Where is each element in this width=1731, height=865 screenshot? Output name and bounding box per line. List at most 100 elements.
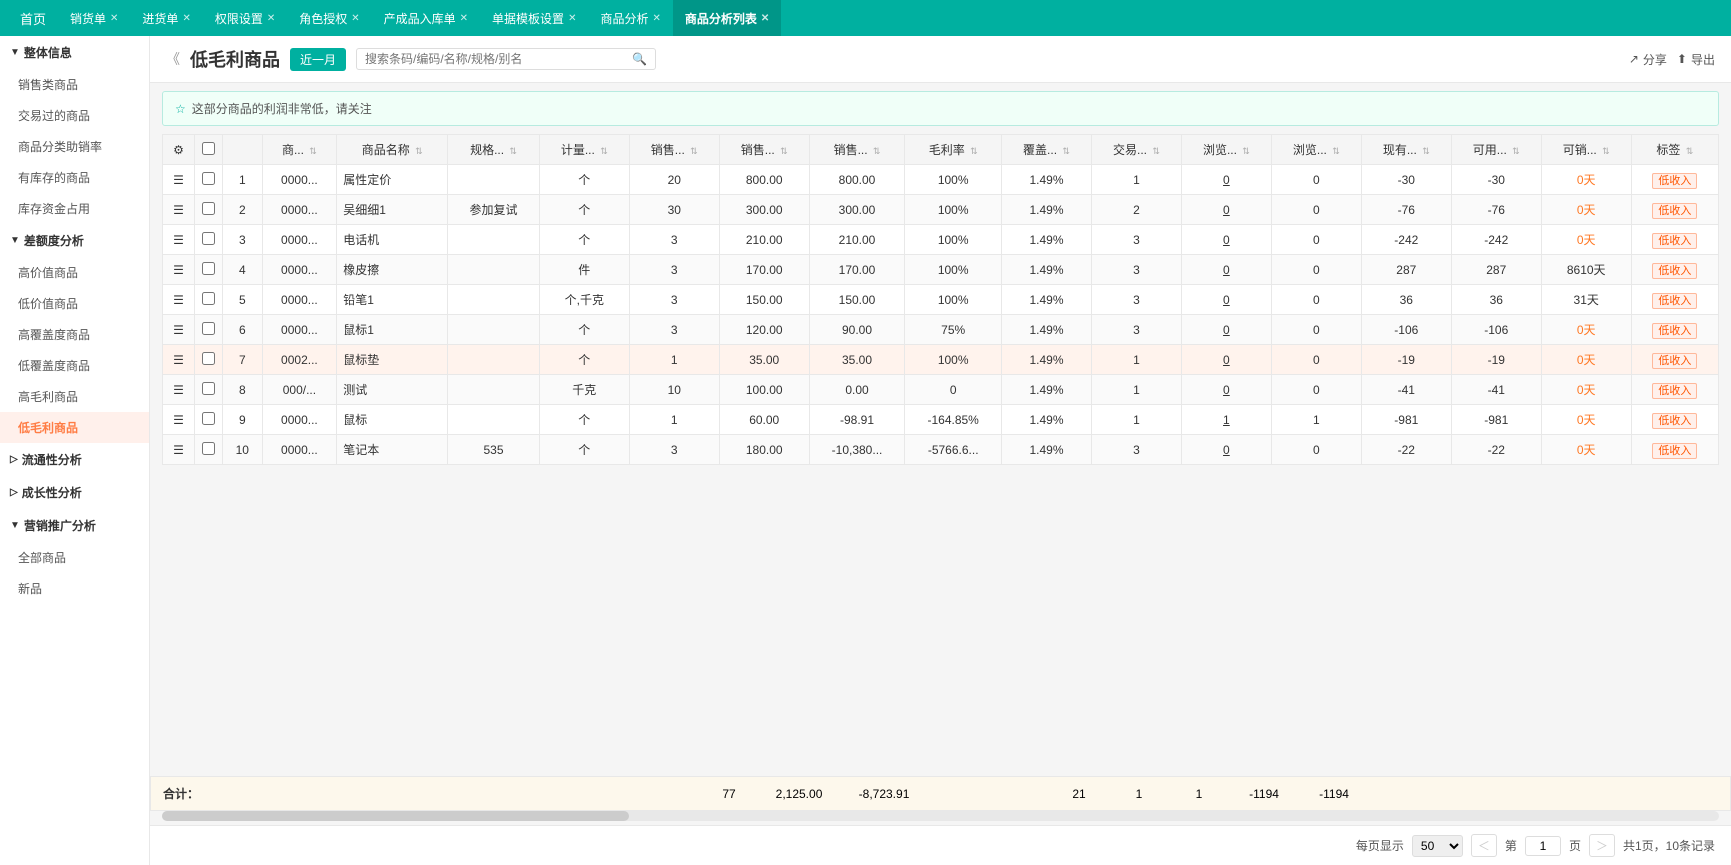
cell-check[interactable] <box>195 285 223 315</box>
col-code[interactable]: 商... ⇅ <box>262 135 337 165</box>
sidebar-group-liquidity[interactable]: ▷ 流通性分析 <box>0 443 149 476</box>
col-spec[interactable]: 规格... ⇅ <box>448 135 540 165</box>
cell-view1[interactable]: 0 <box>1181 315 1271 345</box>
view1-link[interactable]: 0 <box>1223 443 1230 457</box>
nav-purchase-close-icon[interactable]: ✕ <box>182 13 190 24</box>
nav-purchase-order[interactable]: 进货单 ✕ <box>130 0 202 36</box>
cell-settings[interactable]: ☰ <box>163 315 195 345</box>
col-tag[interactable]: 标签 ⇅ <box>1631 135 1718 165</box>
view1-link[interactable]: 0 <box>1223 293 1230 307</box>
row-checkbox[interactable] <box>202 382 215 395</box>
nav-role-auth[interactable]: 角色授权 ✕ <box>287 0 371 36</box>
nav-analysis-list-close-icon[interactable]: ✕ <box>761 13 769 24</box>
row-checkbox[interactable] <box>202 172 215 185</box>
sidebar-item-sales-products[interactable]: 销售类商品 <box>0 69 149 100</box>
cell-settings[interactable]: ☰ <box>163 345 195 375</box>
cell-view1[interactable]: 0 <box>1181 195 1271 225</box>
row-checkbox[interactable] <box>202 202 215 215</box>
cell-settings[interactable]: ☰ <box>163 195 195 225</box>
view1-link[interactable]: 0 <box>1223 323 1230 337</box>
search-input[interactable] <box>365 52 628 66</box>
cell-settings[interactable]: ☰ <box>163 165 195 195</box>
col-name[interactable]: 商品名称 ⇅ <box>337 135 448 165</box>
view1-link[interactable]: 0 <box>1223 173 1230 187</box>
sidebar-item-low-value[interactable]: 低价值商品 <box>0 288 149 319</box>
nav-permission-close-icon[interactable]: ✕ <box>267 13 275 24</box>
cell-view1[interactable]: 0 <box>1181 285 1271 315</box>
col-current[interactable]: 现有... ⇅ <box>1361 135 1451 165</box>
row-checkbox[interactable] <box>202 442 215 455</box>
col-view1[interactable]: 浏览... ⇅ <box>1181 135 1271 165</box>
next-page-button[interactable]: ＞ <box>1589 834 1615 857</box>
cell-check[interactable] <box>195 405 223 435</box>
row-checkbox[interactable] <box>202 262 215 275</box>
sidebar-item-traded-products[interactable]: 交易过的商品 <box>0 100 149 131</box>
cell-view1[interactable]: 0 <box>1181 435 1271 465</box>
sidebar-item-category-sales-rate[interactable]: 商品分类助销率 <box>0 131 149 162</box>
page-number-input[interactable] <box>1525 836 1561 856</box>
row-checkbox[interactable] <box>202 412 215 425</box>
col-view2[interactable]: 浏览... ⇅ <box>1271 135 1361 165</box>
cell-settings[interactable]: ☰ <box>163 285 195 315</box>
row-checkbox[interactable] <box>202 352 215 365</box>
cell-view1[interactable]: 1 <box>1181 405 1271 435</box>
search-icon[interactable]: 🔍 <box>632 52 647 66</box>
nav-product-analysis-list[interactable]: 商品分析列表 ✕ <box>673 0 781 36</box>
cell-check[interactable] <box>195 315 223 345</box>
col-sale-price[interactable]: 销售... ⇅ <box>719 135 809 165</box>
cell-settings[interactable]: ☰ <box>163 375 195 405</box>
nav-product-in[interactable]: 产成品入库单 ✕ <box>372 0 480 36</box>
nav-analysis-close-icon[interactable]: ✕ <box>652 13 660 24</box>
sidebar-item-all-products[interactable]: 全部商品 <box>0 542 149 573</box>
nav-product-analysis[interactable]: 商品分析 ✕ <box>588 0 672 36</box>
select-all-checkbox[interactable] <box>202 142 215 155</box>
nav-product-close-icon[interactable]: ✕ <box>460 13 468 24</box>
nav-template-close-icon[interactable]: ✕ <box>568 13 576 24</box>
sidebar-item-high-coverage[interactable]: 高覆盖度商品 <box>0 319 149 350</box>
sidebar-item-stock-capital[interactable]: 库存资金占用 <box>0 193 149 224</box>
cell-settings[interactable]: ☰ <box>163 255 195 285</box>
sidebar-item-new-products[interactable]: 新品 <box>0 573 149 604</box>
col-margin[interactable]: 毛利率 ⇅ <box>905 135 1002 165</box>
cell-view1[interactable]: 0 <box>1181 225 1271 255</box>
col-saleable[interactable]: 可销... ⇅ <box>1541 135 1631 165</box>
sidebar-item-low-coverage[interactable]: 低覆盖度商品 <box>0 350 149 381</box>
cell-check[interactable] <box>195 225 223 255</box>
view1-link[interactable]: 0 <box>1223 353 1230 367</box>
nav-sales-order[interactable]: 销货单 ✕ <box>58 0 130 36</box>
sidebar-item-high-margin[interactable]: 高毛利商品 <box>0 381 149 412</box>
col-available[interactable]: 可用... ⇅ <box>1451 135 1541 165</box>
period-button[interactable]: 近一月 <box>290 48 346 71</box>
nav-permission-settings[interactable]: 权限设置 ✕ <box>203 0 287 36</box>
view1-link[interactable]: 0 <box>1223 263 1230 277</box>
sidebar-item-low-margin[interactable]: 低毛利商品 <box>0 412 149 443</box>
col-coverage[interactable]: 覆盖... ⇅ <box>1002 135 1092 165</box>
cell-check[interactable] <box>195 255 223 285</box>
scrollbar-thumb[interactable] <box>162 811 629 821</box>
cell-view1[interactable]: 0 <box>1181 165 1271 195</box>
cell-check[interactable] <box>195 165 223 195</box>
col-sale-amount[interactable]: 销售... ⇅ <box>809 135 905 165</box>
view1-link[interactable]: 0 <box>1223 203 1230 217</box>
page-size-select[interactable]: 50 100 200 <box>1412 835 1463 857</box>
sidebar-item-high-value[interactable]: 高价值商品 <box>0 257 149 288</box>
cell-settings[interactable]: ☰ <box>163 405 195 435</box>
row-checkbox[interactable] <box>202 232 215 245</box>
col-settings[interactable]: ⚙ <box>163 135 195 165</box>
cell-settings[interactable]: ☰ <box>163 225 195 255</box>
sidebar-group-growth[interactable]: ▷ 成长性分析 <box>0 476 149 509</box>
col-sale-qty[interactable]: 销售... ⇅ <box>629 135 719 165</box>
sidebar-group-overview[interactable]: ▼ 整体信息 <box>0 36 149 69</box>
cell-view1[interactable]: 0 <box>1181 255 1271 285</box>
sidebar-group-difference-analysis[interactable]: ▼ 差额度分析 <box>0 224 149 257</box>
cell-view1[interactable]: 0 <box>1181 375 1271 405</box>
nav-template-settings[interactable]: 单据模板设置 ✕ <box>480 0 588 36</box>
export-button[interactable]: ⬆ 导出 <box>1677 51 1715 68</box>
row-checkbox[interactable] <box>202 292 215 305</box>
nav-sales-close-icon[interactable]: ✕ <box>110 13 118 24</box>
cell-settings[interactable]: ☰ <box>163 435 195 465</box>
cell-check[interactable] <box>195 195 223 225</box>
horizontal-scrollbar[interactable] <box>162 811 1719 821</box>
prev-page-button[interactable]: ＜ <box>1471 834 1497 857</box>
col-unit[interactable]: 计量... ⇅ <box>539 135 629 165</box>
